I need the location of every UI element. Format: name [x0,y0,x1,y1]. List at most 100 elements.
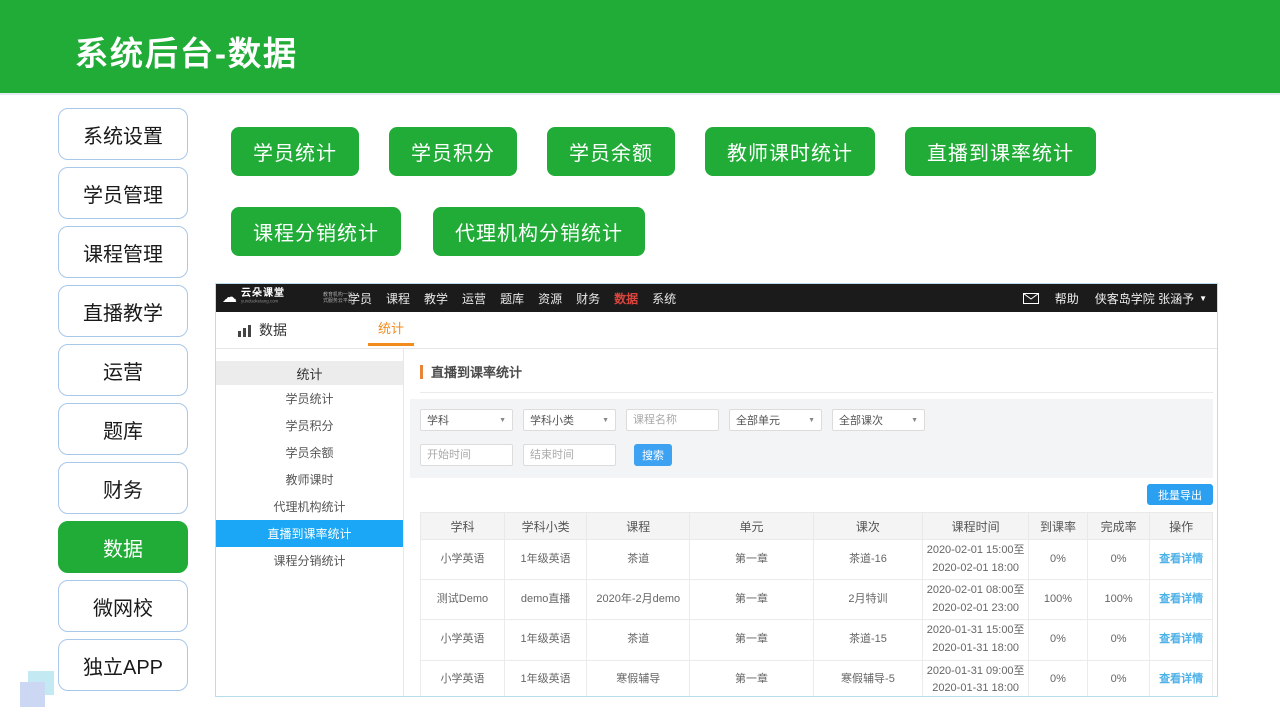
side-panel-item-student-points[interactable]: 学员积分 [216,412,403,439]
table-action-cell: 查看详情 [1150,660,1213,697]
table-header-cell: 操作 [1150,513,1213,540]
table-row: 小学英语1年级英语茶道第一章茶道-162020-02-01 15:00至2020… [421,540,1213,580]
quick-links-row-1: 学员统计学员积分学员余额教师课时统计直播到课率统计 [231,127,1096,176]
view-details-link[interactable]: 查看详情 [1159,593,1203,605]
table-cell: 寒假辅导 [587,660,690,697]
table-cell: 2020-02-01 08:00至2020-02-01 23:00 [923,580,1029,620]
admin-nav-menu: 学员课程教学运营题库资源财务数据系统 [348,290,676,307]
sidebar-item-micro-school[interactable]: 微网校 [58,580,188,632]
title-accent-bar [420,365,423,379]
logo-text: 云朵课堂 [241,288,309,299]
table-row: 小学英语1年级英语茶道第一章茶道-152020-01-31 15:00至2020… [421,620,1213,660]
export-row: 批量导出 [420,484,1213,505]
table-cell: demo直播 [504,580,586,620]
table-cell: 0% [1087,660,1150,697]
view-details-link[interactable]: 查看详情 [1159,673,1203,685]
table-cell: 0% [1029,540,1088,580]
filter-area: 学科 ▼ 学科小类 ▼ 全部单元 ▼ 全部课次 ▼ [410,399,1213,478]
chevron-down-icon: ▼ [602,417,609,424]
table-cell: 100% [1087,580,1150,620]
quick-link-student-stats[interactable]: 学员统计 [231,127,359,176]
quick-link-agency-distribution-stats[interactable]: 代理机构分销统计 [433,207,645,256]
quick-link-teacher-hours-stats[interactable]: 教师课时统计 [705,127,875,176]
side-panel-header: 统计 [216,361,403,385]
nav-item-operations[interactable]: 运营 [462,290,486,307]
page-title: 系统后台-数据 [0,0,1280,75]
quick-link-live-attendance-stats[interactable]: 直播到课率统计 [905,127,1096,176]
table-action-cell: 查看详情 [1150,580,1213,620]
start-time-input[interactable] [420,444,513,466]
quick-link-student-balance[interactable]: 学员余额 [547,127,675,176]
side-panel-item-agency-stats[interactable]: 代理机构统计 [216,493,403,520]
table-action-cell: 查看详情 [1150,620,1213,660]
search-button[interactable]: 搜索 [634,444,672,466]
view-details-link[interactable]: 查看详情 [1159,553,1203,565]
quick-link-course-distribution-stats[interactable]: 课程分销统计 [231,207,401,256]
subject-select[interactable]: 学科 ▼ [420,409,513,431]
table-cell: 2020-01-31 09:00至2020-01-31 18:00 [923,660,1029,697]
sidebar-item-finance[interactable]: 财务 [58,462,188,514]
nav-item-finance[interactable]: 财务 [576,290,600,307]
table-cell: 第一章 [690,540,814,580]
admin-nav-right: 帮助 侠客岛学院 张涵予 ▼ [1023,290,1207,307]
sidebar-item-data[interactable]: 数据 [58,521,188,573]
course-name-input[interactable] [626,409,719,431]
mail-icon[interactable] [1023,293,1039,304]
table-cell: 测试Demo [421,580,505,620]
nav-item-question-bank[interactable]: 题库 [500,290,524,307]
account-menu[interactable]: 侠客岛学院 张涵予 ▼ [1095,290,1207,307]
module-label: 数据 [238,320,287,340]
unit-select[interactable]: 全部单元 ▼ [729,409,822,431]
table-cell: 1年级英语 [504,540,586,580]
admin-sub-nav: 数据 统计 [216,312,1217,349]
table-cell: 0% [1087,620,1150,660]
chevron-down-icon: ▼ [808,417,815,424]
cloud-icon: ☁ [222,290,237,305]
logo-domain: yunduoketang.com [241,299,278,304]
nav-item-courses[interactable]: 课程 [386,290,410,307]
table-cell: 小学英语 [421,540,505,580]
sidebar: 系统设置学员管理课程管理直播教学运营题库财务数据微网校独立APP [58,108,188,691]
decorative-square-lavender [20,682,45,707]
nav-item-system[interactable]: 系统 [652,290,676,307]
quick-link-student-points[interactable]: 学员积分 [389,127,517,176]
table-cell: 茶道-15 [813,620,922,660]
table-cell: 小学英语 [421,660,505,697]
nav-item-data[interactable]: 数据 [614,290,638,307]
side-panel-item-student-balance[interactable]: 学员余额 [216,439,403,466]
logo[interactable]: ☁ 云朵课堂 yunduoketang.com 教育机构一站 式服务云平台 [222,288,340,308]
sidebar-item-system-settings[interactable]: 系统设置 [58,108,188,160]
view-details-link[interactable]: 查看详情 [1159,633,1203,645]
page-header: 系统后台-数据 [0,0,1280,95]
sidebar-item-course-management[interactable]: 课程管理 [58,226,188,278]
sidebar-item-student-management[interactable]: 学员管理 [58,167,188,219]
sidebar-item-question-bank[interactable]: 题库 [58,403,188,455]
table-header-cell: 到课率 [1029,513,1088,540]
bar-chart-icon [238,323,253,337]
chevron-down-icon: ▼ [911,417,918,424]
nav-item-teaching[interactable]: 教学 [424,290,448,307]
table-cell: 茶道-16 [813,540,922,580]
table-cell: 2020-02-01 15:00至2020-02-01 18:00 [923,540,1029,580]
admin-screenshot-panel: ☁ 云朵课堂 yunduoketang.com 教育机构一站 式服务云平台 学员… [215,283,1218,697]
table-cell: 茶道 [587,540,690,580]
subject-subtype-select[interactable]: 学科小类 ▼ [523,409,616,431]
side-panel-item-live-attendance-stats[interactable]: 直播到课率统计 [216,520,403,547]
help-link[interactable]: 帮助 [1055,290,1079,307]
batch-export-button[interactable]: 批量导出 [1147,484,1213,505]
side-panel-item-student-stats[interactable]: 学员统计 [216,385,403,412]
end-time-input[interactable] [523,444,616,466]
sidebar-item-live-teaching[interactable]: 直播教学 [58,285,188,337]
nav-item-resources[interactable]: 资源 [538,290,562,307]
table-cell: 寒假辅导-5 [813,660,922,697]
chevron-down-icon: ▼ [499,417,506,424]
side-panel-item-course-distribution[interactable]: 课程分销统计 [216,547,403,574]
sidebar-item-operations[interactable]: 运营 [58,344,188,396]
table-cell: 第一章 [690,620,814,660]
lesson-select[interactable]: 全部课次 ▼ [832,409,925,431]
table-cell: 100% [1029,580,1088,620]
table-header-cell: 单元 [690,513,814,540]
tab-statistics[interactable]: 统计 [368,312,414,346]
sidebar-item-standalone-app[interactable]: 独立APP [58,639,188,691]
side-panel-item-teacher-hours[interactable]: 教师课时 [216,466,403,493]
